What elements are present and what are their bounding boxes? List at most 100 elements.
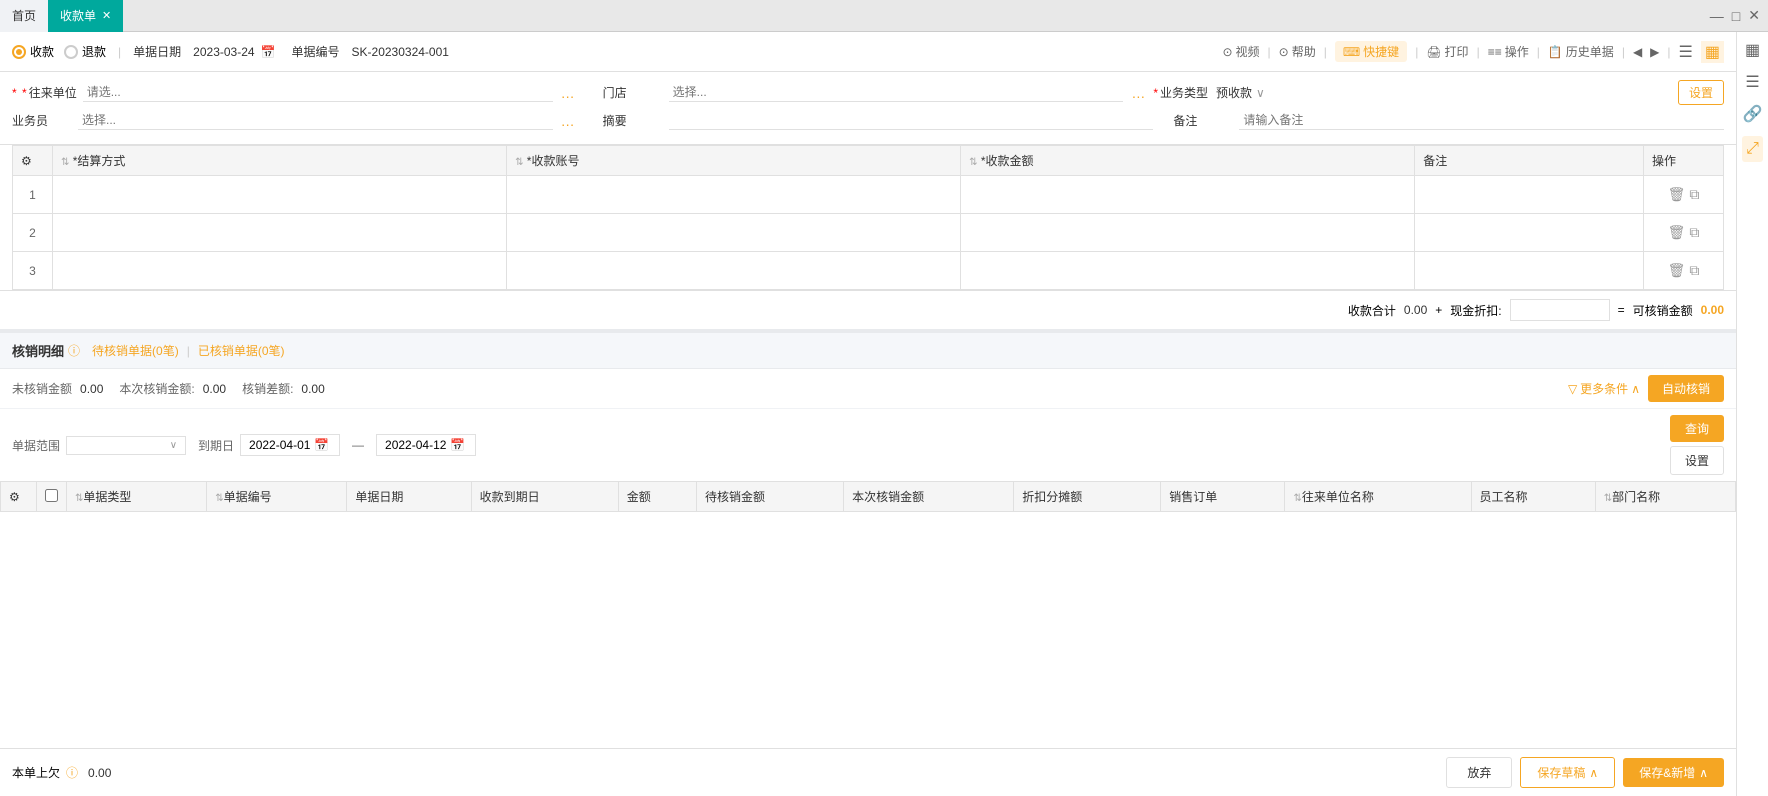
bt-sort-counterpart[interactable]: ⇅: [1293, 493, 1301, 504]
nav-next-icon[interactable]: ▶: [1650, 45, 1659, 59]
save-new-btn[interactable]: 保存&新增 ∧: [1623, 758, 1724, 787]
discount-input[interactable]: [1510, 299, 1610, 321]
bt-col-type: ⇅单据类型: [67, 482, 207, 512]
bt-col-gear[interactable]: ⚙: [1, 482, 37, 512]
abandon-btn[interactable]: 放弃: [1446, 757, 1512, 788]
settings-button[interactable]: 设置: [1678, 80, 1724, 105]
diff-label: 核销差额:: [242, 380, 293, 397]
col-gear[interactable]: ⚙: [13, 146, 53, 176]
sidebar-expand-icon[interactable]: ⤢: [1742, 136, 1763, 162]
col-payment-method: ⇅ *结算方式: [53, 146, 507, 176]
tab-pending[interactable]: 待核销单据(0笔): [92, 342, 179, 359]
row3-amount[interactable]: [961, 252, 1415, 290]
counterpart-more-icon[interactable]: …: [561, 85, 575, 101]
row3-account[interactable]: [507, 252, 961, 290]
action-print[interactable]: 🖨 打印: [1426, 43, 1468, 60]
sort-icon-payment[interactable]: ⇅: [61, 157, 69, 168]
window-maximize[interactable]: □: [1732, 8, 1740, 24]
view-grid-icon[interactable]: ▦: [1701, 41, 1724, 63]
radio-refund[interactable]: 退款: [64, 43, 106, 60]
sort-icon-amount[interactable]: ⇅: [969, 157, 977, 168]
bt-select-all[interactable]: [45, 489, 58, 502]
range-dropdown-icon[interactable]: ∨: [170, 440, 177, 451]
sort-icon-account[interactable]: ⇅: [515, 157, 523, 168]
save-draft-btn[interactable]: 保存草稿 ∧: [1520, 757, 1615, 788]
row1-delete-icon[interactable]: 🗑: [1668, 186, 1686, 203]
this-bill-info-icon[interactable]: ⓘ: [66, 764, 78, 781]
row2-delete-icon[interactable]: 🗑: [1668, 224, 1686, 241]
action-history[interactable]: 📋 历史单据: [1548, 43, 1614, 60]
unchecked-stat: 未核销金额 0.00: [12, 380, 103, 397]
nav-prev-icon[interactable]: ◀: [1633, 45, 1642, 59]
tab-done[interactable]: 已核销单据(0笔): [198, 342, 285, 359]
row1-payment[interactable]: [53, 176, 507, 214]
shop-more-icon[interactable]: …: [1131, 85, 1145, 101]
date-value: 2023-03-24: [193, 45, 254, 59]
tab-receipt[interactable]: 收款单 ✕: [48, 0, 123, 32]
row2-amount[interactable]: [961, 214, 1415, 252]
row2-copy-icon[interactable]: ⧉: [1689, 224, 1699, 241]
staff-more-icon[interactable]: …: [561, 113, 575, 129]
action-video[interactable]: ⊙ 视频: [1222, 43, 1259, 60]
business-type-dropdown[interactable]: ∨: [1256, 86, 1265, 100]
tab-home-label: 首页: [12, 7, 36, 24]
action-shortcut[interactable]: ⌨ 快捷键: [1335, 41, 1407, 62]
row3-delete-icon[interactable]: 🗑: [1668, 262, 1686, 279]
window-minimize[interactable]: —: [1710, 8, 1724, 24]
tab-home[interactable]: 首页: [0, 0, 48, 32]
row2-note[interactable]: [1415, 214, 1644, 252]
history-label: 历史单据: [1566, 43, 1614, 60]
row-num-3: 3: [13, 252, 53, 290]
sidebar-link-icon[interactable]: 🔗: [1743, 104, 1763, 124]
row1-copy-icon[interactable]: ⧉: [1689, 186, 1699, 203]
summary-row: 收款合计 0.00 + 现金折扣: = 可核销金额 0.00: [0, 290, 1736, 329]
col-note-label: 备注: [1423, 154, 1447, 168]
tab-close-icon[interactable]: ✕: [102, 9, 111, 22]
row3-payment[interactable]: [53, 252, 507, 290]
shop-input[interactable]: [669, 83, 1124, 102]
summary-field: 摘要: [583, 111, 1154, 130]
search-btn[interactable]: 查询: [1670, 415, 1724, 442]
radio-receipt[interactable]: 收款: [12, 43, 54, 60]
note-input[interactable]: [1239, 111, 1724, 130]
date-from-input[interactable]: 2022-04-01 📅: [240, 434, 340, 456]
table-area: ⚙ ⇅ *结算方式 ⇅ *收款账号 ⇅ *收款金额: [0, 145, 1736, 290]
section-info-icon[interactable]: ⓘ: [68, 342, 80, 359]
counterpart-input[interactable]: [83, 83, 553, 102]
row2-payment[interactable]: [53, 214, 507, 252]
row3-copy-icon[interactable]: ⧉: [1689, 262, 1699, 279]
date-to-input[interactable]: 2022-04-12 📅: [376, 434, 476, 456]
filter-settings-btn[interactable]: 设置: [1670, 446, 1724, 475]
gear-icon[interactable]: ⚙: [21, 154, 32, 168]
bt-sort-number[interactable]: ⇅: [215, 493, 223, 504]
sep1: |: [118, 45, 121, 59]
bottom-table-area: ⚙ ⇅单据类型 ⇅单据编号 单据日期 收款到期日 金额 待核销金额 本次核销金额…: [0, 481, 1736, 748]
sidebar-list-icon[interactable]: ☰: [1745, 72, 1759, 92]
row1-amount[interactable]: [961, 176, 1415, 214]
table-row: 1 🗑 ⧉: [13, 176, 1724, 214]
sidebar-table-icon[interactable]: ▦: [1745, 40, 1760, 60]
net-label: 可核销金额: [1633, 302, 1693, 319]
row3-actions: 🗑 ⧉: [1644, 252, 1724, 290]
bt-gear-icon[interactable]: ⚙: [9, 490, 20, 504]
row1-account[interactable]: [507, 176, 961, 214]
bt-sort-dept[interactable]: ⇅: [1604, 493, 1612, 504]
business-type-label: *业务类型: [1153, 84, 1208, 101]
bt-col-amount: 金额: [618, 482, 696, 512]
action-operation[interactable]: ≡≡ 操作: [1488, 43, 1529, 60]
more-conditions-btn[interactable]: ▽ 更多条件 ∧: [1568, 380, 1640, 397]
calendar-icon[interactable]: 📅: [261, 45, 276, 59]
summary-input[interactable]: [669, 111, 1154, 130]
view-list-icon[interactable]: ☰: [1679, 42, 1693, 62]
window-close[interactable]: ✕: [1748, 7, 1760, 24]
filter-icon: ▽: [1568, 382, 1577, 396]
row3-note[interactable]: [1415, 252, 1644, 290]
row2-account[interactable]: [507, 214, 961, 252]
range-select[interactable]: ∨: [66, 436, 186, 455]
cal-from-icon[interactable]: 📅: [314, 438, 329, 452]
cal-to-icon[interactable]: 📅: [450, 438, 465, 452]
action-help[interactable]: ⊙ 帮助: [1279, 43, 1316, 60]
auto-verify-btn[interactable]: 自动核销: [1648, 375, 1724, 402]
staff-input[interactable]: [78, 111, 553, 130]
row1-note[interactable]: [1415, 176, 1644, 214]
